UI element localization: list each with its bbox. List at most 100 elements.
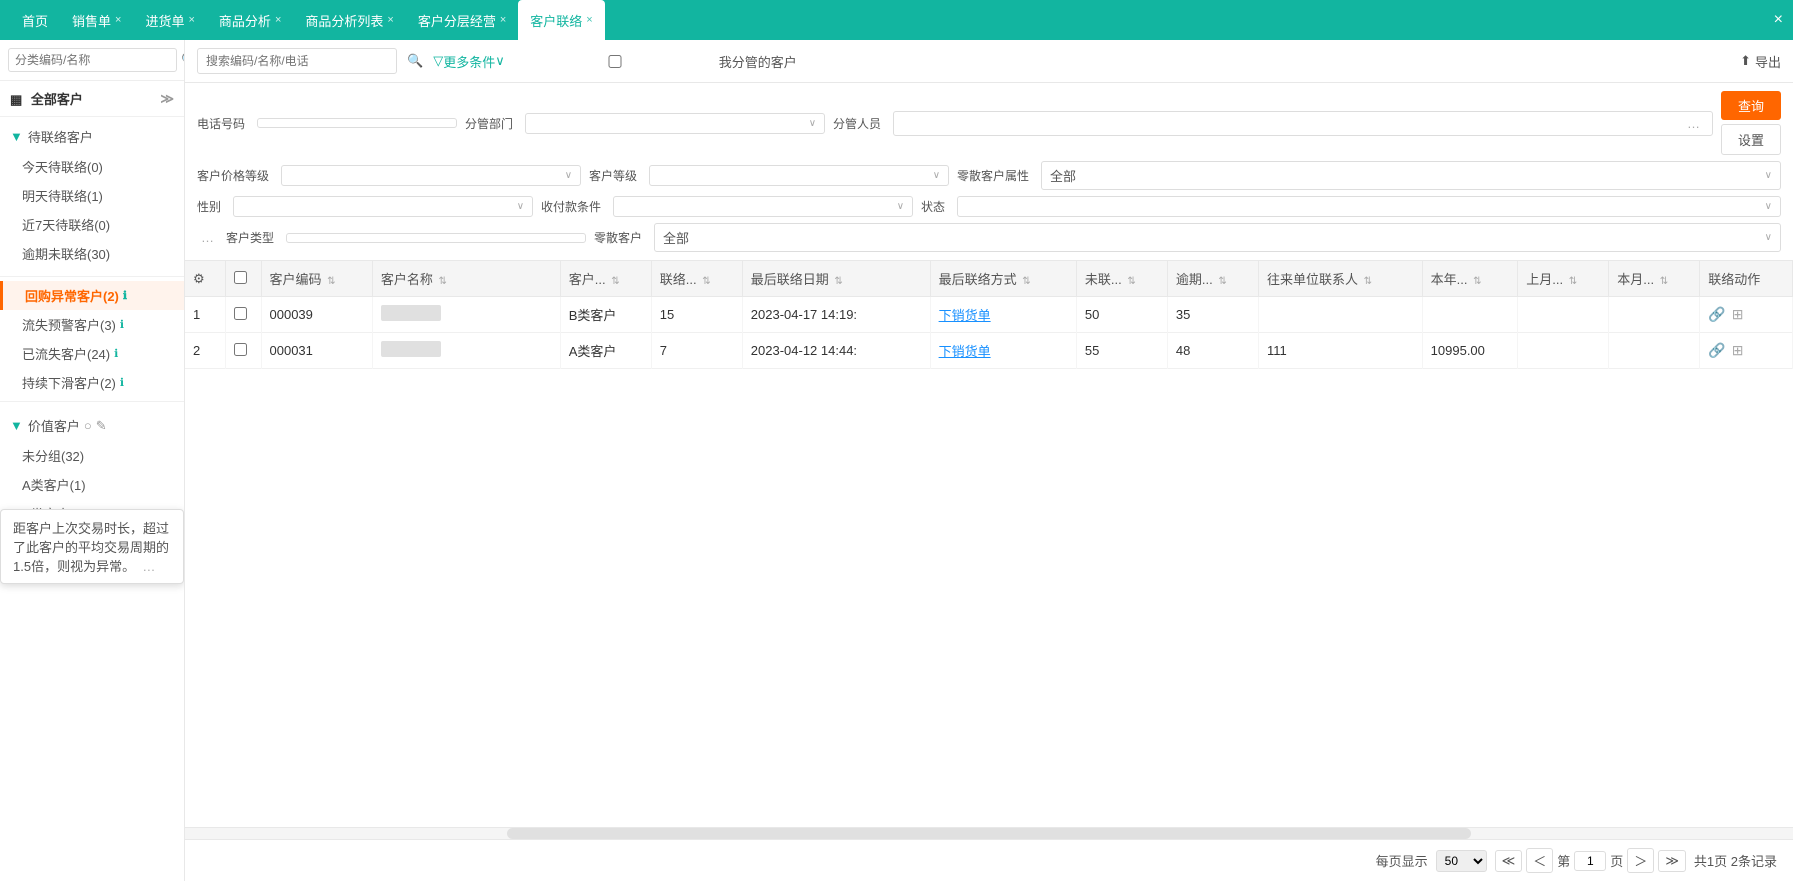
gender-field[interactable]: ∨: [233, 196, 533, 217]
th-code-sort[interactable]: ⇅: [327, 276, 335, 287]
payment-label: 收付款条件: [541, 198, 601, 215]
row-checkbox[interactable]: [234, 343, 247, 356]
action-buttons: 查询 设置: [1721, 91, 1781, 155]
sidebar-today-contact[interactable]: 今天待联络(0): [0, 152, 184, 181]
th-unpurchased-sort[interactable]: ⇅: [1127, 276, 1135, 287]
th-last-date: 最后联络日期 ⇅: [742, 261, 930, 297]
payment-chevron-icon: ∨: [897, 201, 904, 212]
payment-field[interactable]: ∨: [613, 196, 913, 217]
last-method-link[interactable]: 下销货单: [939, 308, 991, 323]
retail-attr-field[interactable]: 全部 ∨: [1041, 161, 1781, 190]
cell-last-date: 2023-04-17 14:19:: [742, 297, 930, 333]
nav-home[interactable]: 首页: [10, 0, 60, 40]
sidebar-repurchase-abnormal[interactable]: 回购异常客户(2) ℹ: [0, 281, 184, 310]
page-end-label: 页: [1610, 851, 1623, 870]
retail-customer-field[interactable]: 全部 ∨: [654, 223, 1781, 252]
last-page-button[interactable]: ≫: [1658, 850, 1686, 872]
nav-product-analysis-list[interactable]: 商品分析列表 ×: [293, 0, 405, 40]
prev-page-button[interactable]: ＜: [1526, 848, 1553, 873]
all-customers-item[interactable]: ▦ 全部客户 ≫: [0, 81, 184, 117]
th-this-month-sort[interactable]: ⇅: [1660, 276, 1668, 287]
first-page-button[interactable]: ≪: [1495, 850, 1523, 872]
person-dots-icon[interactable]: …: [1687, 116, 1700, 131]
tooltip-more[interactable]: …: [142, 559, 155, 574]
sidebar-7day-contact[interactable]: 近7天待联络(0): [0, 210, 184, 239]
th-this-year-sort[interactable]: ⇅: [1473, 276, 1481, 287]
sidebar-ungrouped[interactable]: 未分组(32): [0, 441, 184, 470]
nav-sales[interactable]: 销售单 ×: [60, 0, 133, 40]
search-input[interactable]: [197, 48, 397, 74]
info-icon-2[interactable]: ℹ: [114, 347, 118, 360]
value-customer-edit-icon[interactable]: ○: [84, 418, 92, 433]
sidebar-churn-warning[interactable]: 流失预警客户(3) ℹ: [0, 310, 184, 339]
person-select-field[interactable]: …: [893, 111, 1713, 136]
action-link-icon[interactable]: 🔗: [1708, 306, 1725, 323]
nav-customer-segments-close[interactable]: ×: [500, 14, 506, 26]
page-input[interactable]: [1574, 851, 1606, 871]
value-customer-title[interactable]: ▼ 价值客户 ○ ✎: [0, 410, 184, 441]
next-page-button[interactable]: ＞: [1627, 848, 1654, 873]
th-contacts-sort[interactable]: ⇅: [1364, 276, 1372, 287]
search-button[interactable]: 🔍: [407, 53, 423, 69]
info-icon-0[interactable]: ℹ: [123, 289, 127, 302]
customer-level-field[interactable]: ∨: [649, 165, 949, 186]
nav-purchase[interactable]: 进货单 ×: [133, 0, 206, 40]
info-icon-3[interactable]: ℹ: [120, 376, 124, 389]
action-grid-icon[interactable]: ⊞: [1732, 306, 1744, 323]
nav-product-analysis-close[interactable]: ×: [275, 14, 281, 26]
th-last-month-sort[interactable]: ⇅: [1569, 276, 1577, 287]
nav-purchase-close[interactable]: ×: [188, 14, 194, 26]
nav-customer-segments[interactable]: 客户分层经营 ×: [406, 0, 518, 40]
row-checkbox[interactable]: [234, 307, 247, 320]
sidebar-a-class[interactable]: A类客户(1): [0, 470, 184, 499]
th-last-date-label: 最后联络日期: [751, 272, 829, 287]
th-level-sort[interactable]: ⇅: [611, 276, 619, 287]
th-contact-sort[interactable]: ⇅: [702, 276, 710, 287]
th-last-month: 上月... ⇅: [1518, 261, 1609, 297]
window-close-button[interactable]: ×: [1774, 11, 1783, 29]
export-button[interactable]: ⬆ 导出: [1740, 52, 1781, 71]
settings-button[interactable]: 设置: [1721, 124, 1781, 155]
per-page-select[interactable]: 102050100: [1436, 850, 1487, 872]
sidebar-search-input[interactable]: [8, 48, 177, 72]
nav-product-analysis[interactable]: 商品分析 ×: [207, 0, 293, 40]
row4-dots[interactable]: …: [201, 230, 214, 245]
action-link-icon[interactable]: 🔗: [1708, 342, 1725, 359]
info-icon-1[interactable]: ℹ: [120, 318, 124, 331]
nav-customer-contact-close[interactable]: ×: [586, 14, 592, 26]
customer-type-field[interactable]: [286, 233, 586, 243]
phone-input-field[interactable]: [257, 118, 457, 128]
more-conditions-button[interactable]: ▽ 更多条件 ∨: [433, 52, 505, 71]
status-field[interactable]: ∨: [957, 196, 1781, 217]
sidebar-churned[interactable]: 已流失客户(24) ℹ: [0, 339, 184, 368]
action-grid-icon[interactable]: ⊞: [1732, 342, 1744, 359]
gender-chevron-icon: ∨: [517, 201, 524, 212]
nav-product-analysis-list-close[interactable]: ×: [387, 14, 393, 26]
th-name-sort[interactable]: ⇅: [439, 276, 447, 287]
sidebar-overdue-contact[interactable]: 逾期未联络(30): [0, 239, 184, 268]
sidebar: 🔍 ▦ 全部客户 ≫ ▼ 待联络客户 今天待联络(0) 明天待联络(1) 近7天…: [0, 40, 185, 881]
bottom-scrollbar[interactable]: [185, 827, 1793, 839]
my-customers-checkbox[interactable]: [515, 55, 715, 68]
sidebar-declining[interactable]: 持续下滑客户(2) ℹ: [0, 368, 184, 397]
sidebar-collapse-icon[interactable]: ≫: [160, 91, 174, 107]
th-settings: ⚙: [185, 261, 225, 297]
nav-sales-close[interactable]: ×: [115, 14, 121, 26]
th-overdue-label: 逾期...: [1176, 272, 1213, 287]
pagination-bar: 每页显示 102050100 ≪ ＜ 第 页 ＞ ≫ 共1页 2条记录: [185, 839, 1793, 881]
dept-select-field[interactable]: ∨: [525, 113, 825, 134]
select-all-checkbox[interactable]: [234, 271, 247, 284]
nav-customer-contact[interactable]: 客户联络 ×: [518, 0, 604, 40]
table-settings-icon[interactable]: ⚙: [193, 271, 205, 286]
last-method-link[interactable]: 下销货单: [939, 344, 991, 359]
value-customer-settings-icon[interactable]: ✎: [96, 418, 107, 434]
arrow-icon: ▼: [10, 129, 23, 144]
query-button[interactable]: 查询: [1721, 91, 1781, 120]
pending-contact-title[interactable]: ▼ 待联络客户: [0, 121, 184, 152]
status-chevron-icon: ∨: [1765, 201, 1772, 212]
price-level-field[interactable]: ∨: [281, 165, 581, 186]
sidebar-tomorrow-contact[interactable]: 明天待联络(1): [0, 181, 184, 210]
th-last-date-sort[interactable]: ⇅: [834, 276, 842, 287]
th-last-method-sort[interactable]: ⇅: [1022, 276, 1030, 287]
th-overdue-sort[interactable]: ⇅: [1218, 276, 1226, 287]
